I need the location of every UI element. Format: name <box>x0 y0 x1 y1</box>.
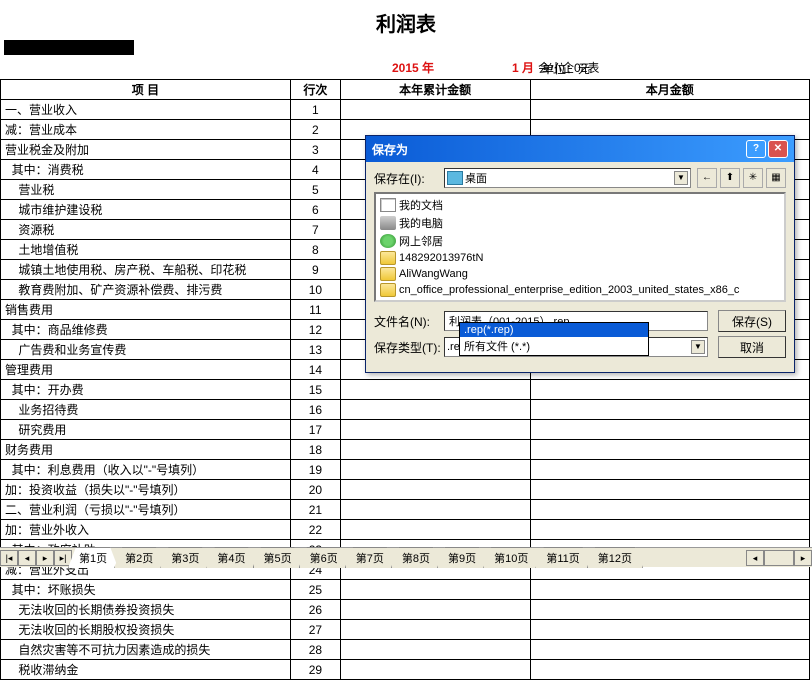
up-folder-button[interactable]: ⬆ <box>720 168 740 188</box>
table-row[interactable]: 自然灾害等不可抗力因素造成的损失28 <box>1 640 810 660</box>
file-item[interactable]: 余额表 <box>378 298 782 302</box>
folder-icon <box>380 216 396 230</box>
save-button[interactable]: 保存(S) <box>718 310 786 332</box>
folder-icon <box>380 267 396 281</box>
filetype-dropdown[interactable]: .rep(*.rep)所有文件 (*.*) <box>459 322 649 356</box>
scroll-right[interactable]: ▸ <box>794 550 812 566</box>
table-row[interactable]: 二、营业利润（亏损以"-"号填列）21 <box>1 500 810 520</box>
sheet-tab[interactable]: 第2页 <box>114 547 164 568</box>
sheet-tab[interactable]: 第9页 <box>437 547 487 568</box>
folder-icon <box>380 234 396 248</box>
close-button[interactable]: ✕ <box>768 140 788 158</box>
folder-icon <box>380 283 396 297</box>
folder-icon <box>380 300 396 302</box>
file-item[interactable]: 148292013976tN <box>378 250 782 266</box>
sheet-tab[interactable]: 第10页 <box>483 547 539 568</box>
sheet-tab[interactable]: 第11页 <box>535 547 590 568</box>
table-row[interactable]: 无法收回的长期债券投资损失26 <box>1 600 810 620</box>
tab-nav-last[interactable]: ▸| <box>54 550 72 566</box>
unit-label: 单位：元 <box>542 60 590 77</box>
tab-nav-prev[interactable]: ◂ <box>18 550 36 566</box>
folder-icon <box>380 198 396 212</box>
desktop-icon <box>447 171 463 185</box>
file-item[interactable]: cn_office_professional_enterprise_editio… <box>378 282 782 298</box>
table-row[interactable]: 加：投资收益（损失以"-"号填列）20 <box>1 480 810 500</box>
dialog-title: 保存为 <box>372 141 408 158</box>
table-row[interactable]: 一、营业收入1 <box>1 100 810 120</box>
location-combo[interactable]: 桌面 ▼ <box>444 168 691 188</box>
tab-nav-first[interactable]: |◂ <box>0 550 18 566</box>
dropdown-option[interactable]: 所有文件 (*.*) <box>460 337 648 355</box>
folder-icon <box>380 251 396 265</box>
redaction-bar <box>4 40 134 55</box>
filetype-label: 保存类型(T): <box>374 339 444 356</box>
help-button[interactable]: ? <box>746 140 766 158</box>
sheet-tabs: |◂ ◂ ▸ ▸| 第1页第2页第3页第4页第5页第6页第7页第8页第9页第10… <box>0 547 812 567</box>
page-title: 利润表 <box>0 0 812 41</box>
new-folder-button[interactable]: ✳ <box>743 168 763 188</box>
sheet-tab[interactable]: 第1页 <box>68 547 118 568</box>
chevron-down-icon[interactable]: ▼ <box>674 171 688 185</box>
table-row[interactable]: 其中：坏账损失25 <box>1 580 810 600</box>
file-item[interactable]: 我的文档 <box>378 196 782 214</box>
file-item[interactable]: 网上邻居 <box>378 232 782 250</box>
table-row[interactable]: 税收滞纳金29 <box>1 660 810 680</box>
table-row[interactable]: 业务招待费16 <box>1 400 810 420</box>
save-as-dialog: 保存为 ? ✕ 保存在(I): 桌面 ▼ ← ⬆ ✳ ▦ 我的文档我的电脑网上邻… <box>365 135 795 373</box>
location-value: 桌面 <box>465 170 487 186</box>
sheet-tab[interactable]: 第5页 <box>253 547 303 568</box>
table-row[interactable]: 其中：利息费用（收入以"-"号填列）19 <box>1 460 810 480</box>
table-row[interactable]: 其中：开办费15 <box>1 380 810 400</box>
location-label: 保存在(I): <box>374 170 444 187</box>
col-month: 本月金额 <box>530 80 810 100</box>
chevron-down-icon[interactable]: ▼ <box>691 340 705 354</box>
dialog-titlebar[interactable]: 保存为 ? ✕ <box>366 136 794 162</box>
scroll-left[interactable]: ◂ <box>746 550 764 566</box>
table-row[interactable]: 财务费用18 <box>1 440 810 460</box>
file-list[interactable]: 我的文档我的电脑网上邻居148292013976tNAliWangWangcn_… <box>374 192 786 302</box>
table-row[interactable]: 加：营业外收入22 <box>1 520 810 540</box>
sheet-tab[interactable]: 第7页 <box>345 547 395 568</box>
view-button[interactable]: ▦ <box>766 168 786 188</box>
back-button[interactable]: ← <box>697 168 717 188</box>
col-rowno: 行次 <box>290 80 340 100</box>
table-row[interactable]: 研究费用17 <box>1 420 810 440</box>
file-item[interactable]: 我的电脑 <box>378 214 782 232</box>
scroll-thumb[interactable] <box>764 550 794 566</box>
sheet-tab[interactable]: 第12页 <box>587 547 643 568</box>
col-item: 项 目 <box>1 80 291 100</box>
dropdown-option[interactable]: .rep(*.rep) <box>460 323 648 337</box>
table-row[interactable]: 无法收回的长期股权投资损失27 <box>1 620 810 640</box>
sheet-tab[interactable]: 第4页 <box>206 547 256 568</box>
sheet-tab[interactable]: 第6页 <box>299 547 349 568</box>
cancel-button[interactable]: 取消 <box>718 336 786 358</box>
filename-label: 文件名(N): <box>374 313 444 330</box>
sheet-tab[interactable]: 第3页 <box>160 547 210 568</box>
file-item[interactable]: AliWangWang <box>378 266 782 282</box>
sheet-tab[interactable]: 第8页 <box>391 547 441 568</box>
tab-nav-next[interactable]: ▸ <box>36 550 54 566</box>
col-ytd: 本年累计金额 <box>340 80 530 100</box>
